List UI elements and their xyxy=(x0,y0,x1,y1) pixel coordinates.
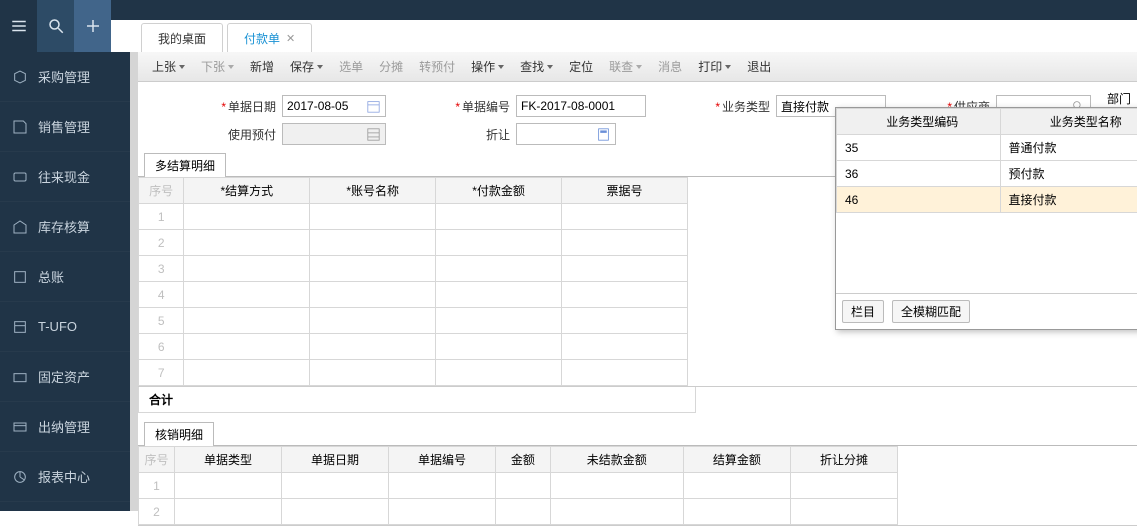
col-rownum: 序号 xyxy=(139,178,184,204)
table-row[interactable]: 2 xyxy=(139,230,688,256)
table-row[interactable]: 3 xyxy=(139,256,688,282)
table-row[interactable]: 7 xyxy=(139,360,688,386)
use-prepay-label: 使用预付 xyxy=(178,126,282,143)
detail-tabs-2: 核销明细 xyxy=(138,421,1137,446)
popup-row[interactable]: 35普通付款 xyxy=(837,135,1137,161)
tab-desktop[interactable]: 我的桌面 xyxy=(141,23,223,53)
col-billno: 票据号 xyxy=(562,178,688,204)
search-icon[interactable] xyxy=(37,0,74,52)
table-row[interactable]: 1 xyxy=(139,204,688,230)
discount-input[interactable] xyxy=(516,123,616,145)
nav-fixed-asset[interactable]: 固定资产 xyxy=(0,352,130,402)
menu-icon[interactable] xyxy=(0,0,37,52)
gutter xyxy=(130,52,138,511)
doc-no-label: *单据编号 xyxy=(436,98,516,115)
table-row[interactable]: 4 xyxy=(139,282,688,308)
nav-inventory[interactable]: 库存核算 xyxy=(0,202,130,252)
col-rownum2: 序号 xyxy=(139,447,175,473)
use-prepay-input[interactable] xyxy=(282,123,386,145)
grid-icon[interactable] xyxy=(365,126,381,142)
chevron-down-icon xyxy=(228,65,234,69)
operate-button[interactable]: 操作 xyxy=(471,58,504,75)
popup-row[interactable]: 46直接付款 xyxy=(837,187,1137,213)
col-amount2: 金额 xyxy=(496,447,551,473)
sum-row: 合计 xyxy=(138,387,696,413)
apportion-button: 分摊 xyxy=(379,58,403,75)
prev-button[interactable]: 上张 xyxy=(152,58,185,75)
chevron-down-icon xyxy=(179,65,185,69)
col-account: *账号名称 xyxy=(310,178,436,204)
form: *单据日期 2017-08-05 *单据编号 FK-2017-08-0001 *… xyxy=(138,82,1137,152)
tab-payment[interactable]: 付款单 ✕ xyxy=(227,23,312,53)
tab-desktop-label: 我的桌面 xyxy=(158,30,206,47)
col-settle-method: *结算方式 xyxy=(184,178,310,204)
tab-writeoff-detail[interactable]: 核销明细 xyxy=(144,422,214,446)
nav-tufo[interactable]: T-UFO xyxy=(0,302,130,352)
calendar-icon[interactable] xyxy=(365,98,381,114)
add-icon[interactable] xyxy=(74,0,111,52)
dept-label: 部门 xyxy=(1107,90,1131,107)
popup-row[interactable]: 36预付款 xyxy=(837,161,1137,187)
toolbar: 上张 下张 新增 保存 选单 分摊 转预付 操作 查找 定位 联查 消息 打印 … xyxy=(138,52,1137,82)
link-button: 联查 xyxy=(609,58,642,75)
columns-button[interactable]: 栏目 xyxy=(842,300,884,323)
main: 上张 下张 新增 保存 选单 分摊 转预付 操作 查找 定位 联查 消息 打印 … xyxy=(130,52,1137,511)
chevron-down-icon xyxy=(498,65,504,69)
chevron-down-icon xyxy=(547,65,553,69)
next-button: 下张 xyxy=(201,58,234,75)
chevron-down-icon xyxy=(725,65,731,69)
biz-type-popup: 业务类型编码业务类型名称 35普通付款 36预付款 46直接付款 栏目 全模糊匹… xyxy=(835,107,1137,330)
col-settle-amt: 结算金额 xyxy=(683,447,790,473)
nav-purchase[interactable]: 采购管理 xyxy=(0,52,130,102)
chevron-down-icon xyxy=(317,65,323,69)
print-button[interactable]: 打印 xyxy=(698,58,731,75)
biz-type-label: *业务类型 xyxy=(696,98,776,115)
query-button[interactable]: 查找 xyxy=(520,58,553,75)
popup-col-name: 业务类型名称 xyxy=(1000,109,1137,135)
nav-ar-cash[interactable]: 往来现金 xyxy=(0,152,130,202)
col-docdate: 单据日期 xyxy=(282,447,389,473)
left-nav: 采购管理 销售管理 往来现金 库存核算 总账 T-UFO 固定资产 出纳管理 报… xyxy=(0,52,130,511)
tab-settlement-detail[interactable]: 多结算明细 xyxy=(144,153,226,177)
nav-sales[interactable]: 销售管理 xyxy=(0,102,130,152)
table-row[interactable]: 5 xyxy=(139,308,688,334)
col-docno: 单据编号 xyxy=(389,447,496,473)
nav-cashier[interactable]: 出纳管理 xyxy=(0,402,130,452)
nav-report[interactable]: 报表中心 xyxy=(0,452,130,502)
locate-button[interactable]: 定位 xyxy=(569,58,593,75)
save-button[interactable]: 保存 xyxy=(290,58,323,75)
select-button: 选单 xyxy=(339,58,363,75)
chevron-down-icon xyxy=(636,65,642,69)
popup-col-code: 业务类型编码 xyxy=(837,109,1001,135)
calculator-icon[interactable] xyxy=(595,126,611,142)
writeoff-grid: 序号 单据类型 单据日期 单据编号 金额 未结款金额 结算金额 折让分摊 1 2 xyxy=(138,446,1137,526)
col-amount: *付款金额 xyxy=(436,178,562,204)
col-discount-apportion: 折让分摊 xyxy=(790,447,897,473)
col-unsettled: 未结款金额 xyxy=(550,447,683,473)
discount-label: 折让 xyxy=(436,126,516,143)
popup-footer: 栏目 全模糊匹配 xyxy=(836,293,1137,329)
close-icon[interactable]: ✕ xyxy=(286,32,295,45)
titlebar: 我的桌面 付款单 ✕ xyxy=(0,0,1137,52)
col-doctype: 单据类型 xyxy=(175,447,282,473)
doc-date-input[interactable]: 2017-08-05 xyxy=(282,95,386,117)
doc-date-label: *单据日期 xyxy=(178,98,282,115)
message-button: 消息 xyxy=(658,58,682,75)
tab-payment-label: 付款单 xyxy=(244,30,280,47)
table-row[interactable]: 2 xyxy=(139,499,898,525)
new-button[interactable]: 新增 xyxy=(250,58,274,75)
doc-no-input[interactable]: FK-2017-08-0001 xyxy=(516,95,646,117)
table-row[interactable]: 6 xyxy=(139,334,688,360)
exit-button[interactable]: 退出 xyxy=(747,58,771,75)
preconvert-button: 转预付 xyxy=(419,58,455,75)
nav-gl[interactable]: 总账 xyxy=(0,252,130,302)
match-mode-combo[interactable]: 全模糊匹配 xyxy=(892,300,970,323)
popup-table: 业务类型编码业务类型名称 35普通付款 36预付款 46直接付款 xyxy=(836,108,1137,213)
table-row[interactable]: 1 xyxy=(139,473,898,499)
